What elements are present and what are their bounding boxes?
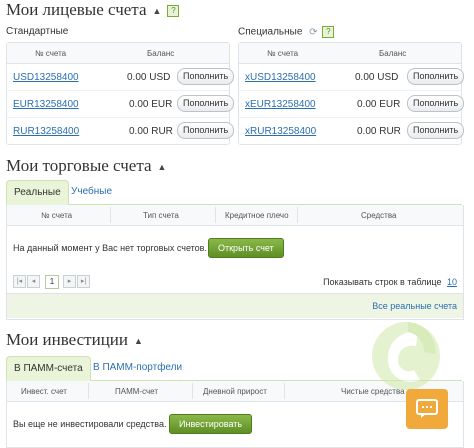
current-page[interactable]: 1 <box>45 275 59 289</box>
tab-demo[interactable]: Учебные <box>64 180 119 203</box>
prev-page-icon[interactable]: ◂ <box>27 275 40 288</box>
tab-pamm-portfolios[interactable]: В ПАММ-портфели <box>86 356 189 379</box>
topup-button[interactable]: Пополнить <box>177 122 235 139</box>
account-link[interactable]: xRUR13258400 <box>245 126 316 137</box>
account-link[interactable]: RUR13258400 <box>13 126 79 137</box>
special-accounts-table: № счета Баланс xUSD13258400 0.00 USD Поп… <box>238 42 465 145</box>
column-divider <box>192 383 193 399</box>
chat-icon <box>416 399 438 418</box>
account-link[interactable]: xEUR13258400 <box>245 99 316 110</box>
chat-button[interactable] <box>406 389 448 429</box>
no-trading-accounts-text: На данный момент у Вас нет торговых счет… <box>13 243 207 253</box>
col-account: № счета <box>267 49 299 58</box>
rows-per-page-label: Показывать строк в таблице <box>323 277 442 287</box>
special-label-wrap: Специальные ⟳ ? <box>238 26 335 38</box>
all-real-accounts-bar: Все реальные счета <box>7 293 463 318</box>
investments-title-text: Мои инвестиции <box>6 330 128 349</box>
table-row: EUR13258400 0.00 EUR Пополнить <box>7 91 235 118</box>
collapse-arrow-icon[interactable]: ▲ <box>153 6 162 16</box>
balance-value: 0.00 USD <box>355 72 399 83</box>
help-icon[interactable]: ? <box>167 5 180 18</box>
collapse-arrow-icon[interactable]: ▲ <box>134 336 143 346</box>
pager: |◂ ◂ 1 ▸ ▸| <box>13 275 213 289</box>
table-row: xRUR13258400 0.00 RUR Пополнить <box>239 118 465 144</box>
all-real-accounts-link[interactable]: Все реальные счета <box>372 301 457 311</box>
trading-accounts-title-text: Мои торговые счета <box>6 156 152 175</box>
standard-table-header: № счета Баланс <box>7 43 229 64</box>
rows-per-page-value[interactable]: 10 <box>447 277 457 287</box>
col-type: Тип счета <box>143 211 179 220</box>
col-invest-account: Инвест. счет <box>21 387 67 396</box>
special-label: Специальные <box>238 26 303 38</box>
column-divider <box>297 207 298 223</box>
col-daily-growth: Дневной прирост <box>203 387 267 396</box>
balance-value: 0.00 EUR <box>129 99 173 110</box>
balance-value: 0.00 USD <box>127 72 171 83</box>
last-page-icon[interactable]: ▸| <box>77 275 90 288</box>
col-funds: Средства <box>361 211 397 220</box>
tab-pamm-accounts[interactable]: В ПАММ-счета <box>6 356 91 381</box>
col-pamm-account: ПАММ-счет <box>115 387 159 396</box>
table-row: xEUR13258400 0.00 EUR Пополнить <box>239 91 465 118</box>
col-balance: Баланс <box>379 49 407 58</box>
topup-button[interactable]: Пополнить <box>407 68 465 85</box>
rows-per-page: Показывать строк в таблице 10 <box>323 277 457 287</box>
tab-real[interactable]: Реальные <box>6 180 69 205</box>
personal-accounts-title-text: Мои лицевые счета <box>6 0 147 19</box>
trading-tabs: Реальные Учебные <box>6 180 462 205</box>
open-account-button[interactable]: Открыть счет <box>208 238 284 258</box>
topup-button[interactable]: Пополнить <box>407 122 465 139</box>
column-divider <box>88 383 89 399</box>
trading-grid-header: № счета Тип счета Кредитное плечо Средст… <box>7 205 463 226</box>
standard-label: Стандартные <box>6 26 69 37</box>
account-link[interactable]: EUR13258400 <box>13 99 79 110</box>
personal-accounts-title: Мои лицевые счета ▲? <box>6 0 180 20</box>
table-row: xUSD13258400 0.00 USD Пополнить <box>239 64 465 91</box>
account-link[interactable]: xUSD13258400 <box>245 72 316 83</box>
column-divider <box>284 383 285 399</box>
topup-button[interactable]: Пополнить <box>177 95 235 112</box>
invest-button[interactable]: Инвестировать <box>169 414 253 434</box>
investments-title: Мои инвестиции ▲ <box>6 330 143 350</box>
balance-value: 0.00 RUR <box>357 126 401 137</box>
column-divider <box>215 207 216 223</box>
standard-accounts-table: № счета Баланс USD13258400 0.00 USD Попо… <box>6 42 235 145</box>
no-investments-text: Вы еще не инвестировали средства. <box>13 419 167 429</box>
brand-watermark-logo <box>372 322 440 390</box>
special-table-header: № счета Баланс <box>239 43 461 64</box>
topup-button[interactable]: Пополнить <box>407 95 465 112</box>
special-help-icon[interactable]: ? <box>322 26 335 38</box>
first-page-icon[interactable]: |◂ <box>13 275 26 288</box>
balance-value: 0.00 EUR <box>357 99 401 110</box>
trading-accounts-title: Мои торговые счета ▲ <box>6 156 166 176</box>
refresh-icon[interactable]: ⟳ <box>309 27 317 38</box>
table-row: RUR13258400 0.00 RUR Пополнить <box>7 118 235 144</box>
balance-value: 0.00 RUR <box>129 126 173 137</box>
topup-button[interactable]: Пополнить <box>177 68 235 85</box>
table-row: USD13258400 0.00 USD Пополнить <box>7 64 235 91</box>
trading-panel: № счета Тип счета Кредитное плечо Средст… <box>6 205 464 320</box>
col-leverage: Кредитное плечо <box>225 211 289 220</box>
col-account: № счета <box>41 211 73 220</box>
column-divider <box>110 207 111 223</box>
next-page-icon[interactable]: ▸ <box>63 275 76 288</box>
collapse-arrow-icon[interactable]: ▲ <box>158 162 167 172</box>
account-link[interactable]: USD13258400 <box>13 72 79 83</box>
col-account: № счета <box>35 49 67 58</box>
col-balance: Баланс <box>147 49 175 58</box>
